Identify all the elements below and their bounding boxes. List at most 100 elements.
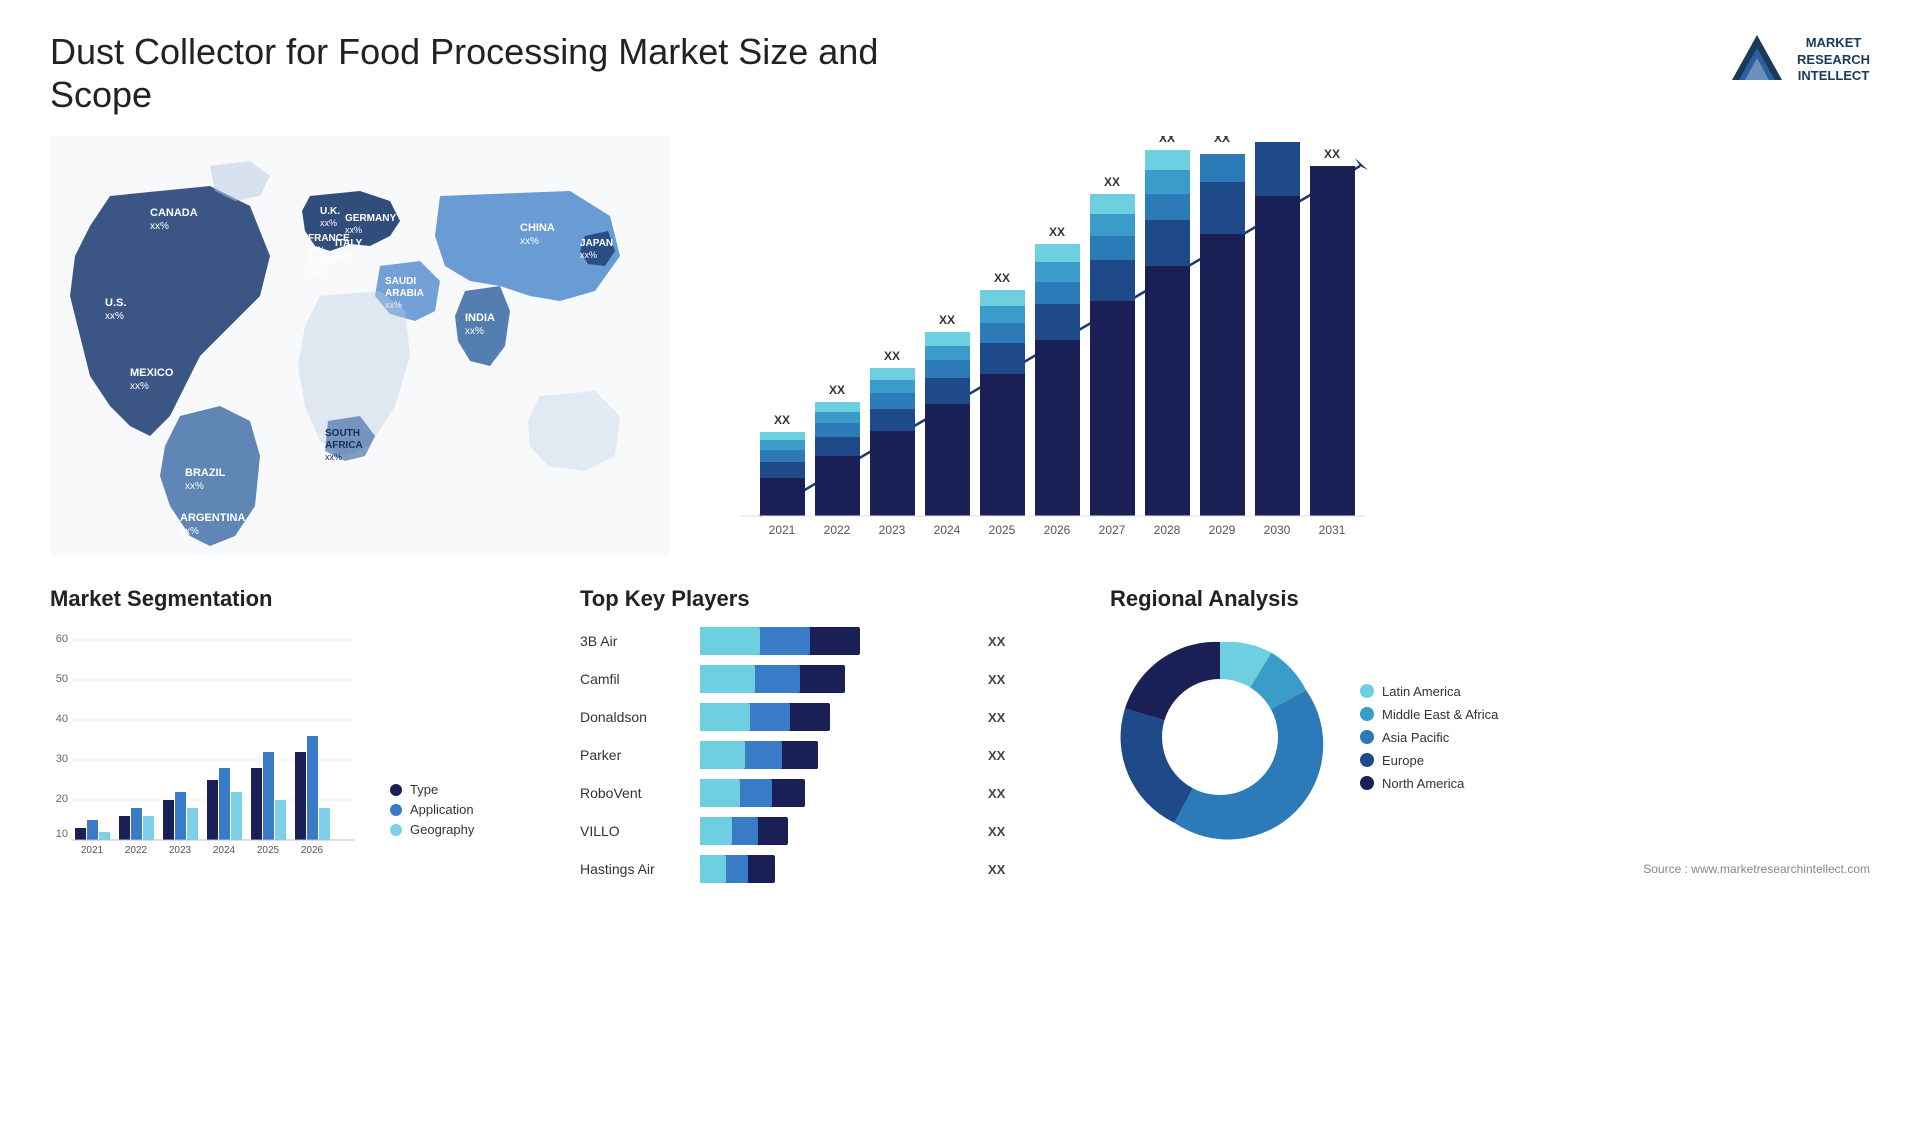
legend-geography-dot bbox=[390, 824, 402, 836]
reg-label-europe: Europe bbox=[1382, 753, 1424, 768]
player-value-parker: XX bbox=[988, 748, 1005, 763]
player-value-camfil: XX bbox=[988, 672, 1005, 687]
main-bar-chart: XX XX XX XX bbox=[710, 136, 1390, 556]
svg-text:U.K.: U.K. bbox=[320, 206, 340, 217]
segmentation-section: Market Segmentation 60 50 40 30 20 10 bbox=[50, 576, 550, 893]
player-name-3bair: 3B Air bbox=[580, 633, 690, 649]
player-name-hastingsair: Hastings Air bbox=[580, 861, 690, 877]
svg-text:SPAIN: SPAIN bbox=[306, 256, 336, 267]
regional-legend: Latin America Middle East & Africa Asia … bbox=[1360, 684, 1498, 791]
player-bar-camfil: XX bbox=[700, 665, 1080, 693]
source-text: Source : www.marketresearchintellect.com bbox=[1110, 862, 1870, 876]
svg-text:2026: 2026 bbox=[301, 845, 324, 856]
logo-text: MARKET RESEARCH INTELLECT bbox=[1797, 35, 1870, 86]
svg-text:2021: 2021 bbox=[769, 523, 796, 537]
page-title: Dust Collector for Food Processing Marke… bbox=[50, 30, 950, 116]
svg-text:XX: XX bbox=[829, 383, 845, 397]
svg-text:ARGENTINA: ARGENTINA bbox=[180, 512, 245, 524]
player-bar-donaldson: XX bbox=[700, 703, 1080, 731]
bottom-section: Market Segmentation 60 50 40 30 20 10 bbox=[50, 576, 1870, 893]
reg-legend-europe: Europe bbox=[1360, 753, 1498, 768]
player-row-robovent: RoboVent XX bbox=[580, 779, 1080, 807]
svg-text:2028: 2028 bbox=[1154, 523, 1181, 537]
player-value-3bair: XX bbox=[988, 634, 1005, 649]
reg-legend-latin: Latin America bbox=[1360, 684, 1498, 699]
reg-dot-mea bbox=[1360, 707, 1374, 721]
svg-text:xx%: xx% bbox=[130, 381, 149, 392]
legend-type-dot bbox=[390, 784, 402, 796]
legend-type-label: Type bbox=[410, 782, 438, 797]
svg-text:CHINA: CHINA bbox=[520, 222, 555, 234]
legend-geography-label: Geography bbox=[410, 822, 474, 837]
reg-dot-apac bbox=[1360, 730, 1374, 744]
player-bar-hastingsair: XX bbox=[700, 855, 1080, 883]
svg-text:XX: XX bbox=[1104, 175, 1120, 189]
player-value-villo: XX bbox=[988, 824, 1005, 839]
svg-text:AFRICA: AFRICA bbox=[325, 440, 363, 451]
reg-legend-northam: North America bbox=[1360, 776, 1498, 791]
legend-application-dot bbox=[390, 804, 402, 816]
svg-text:2023: 2023 bbox=[169, 845, 192, 856]
svg-text:2030: 2030 bbox=[1264, 523, 1291, 537]
svg-text:xx%: xx% bbox=[105, 311, 124, 322]
map-section: CANADA xx% U.S. xx% MEXICO xx% BRAZIL xx… bbox=[50, 136, 670, 556]
svg-text:xx%: xx% bbox=[325, 452, 342, 462]
player-row-donaldson: Donaldson XX bbox=[580, 703, 1080, 731]
legend-application: Application bbox=[390, 802, 474, 817]
svg-text:2022: 2022 bbox=[125, 845, 148, 856]
svg-text:CANADA: CANADA bbox=[150, 207, 198, 219]
player-bar-villo: XX bbox=[700, 817, 1080, 845]
player-bar-3bair: XX bbox=[700, 627, 1080, 655]
svg-text:30: 30 bbox=[56, 753, 68, 765]
svg-text:xx%: xx% bbox=[306, 268, 323, 278]
svg-text:BRAZIL: BRAZIL bbox=[185, 467, 226, 479]
player-value-robovent: XX bbox=[988, 786, 1005, 801]
reg-dot-northam bbox=[1360, 776, 1374, 790]
svg-text:xx%: xx% bbox=[320, 218, 337, 228]
svg-text:XX: XX bbox=[994, 271, 1010, 285]
svg-text:XX: XX bbox=[939, 313, 955, 327]
player-value-hastingsair: XX bbox=[988, 862, 1005, 877]
svg-text:xx%: xx% bbox=[520, 236, 539, 247]
svg-text:SOUTH: SOUTH bbox=[325, 428, 360, 439]
world-map: CANADA xx% U.S. xx% MEXICO xx% BRAZIL xx… bbox=[50, 136, 670, 556]
segmentation-title: Market Segmentation bbox=[50, 586, 550, 612]
reg-legend-apac: Asia Pacific bbox=[1360, 730, 1498, 745]
svg-text:2029: 2029 bbox=[1209, 523, 1236, 537]
player-name-camfil: Camfil bbox=[580, 671, 690, 687]
svg-text:xx%: xx% bbox=[308, 245, 325, 255]
main-content: CANADA xx% U.S. xx% MEXICO xx% BRAZIL xx… bbox=[50, 136, 1870, 893]
svg-text:xx%: xx% bbox=[150, 221, 169, 232]
players-list: 3B Air XX Camfil bbox=[580, 627, 1080, 883]
player-row-camfil: Camfil XX bbox=[580, 665, 1080, 693]
svg-text:ARABIA: ARABIA bbox=[385, 288, 424, 299]
svg-text:20: 20 bbox=[56, 793, 68, 805]
svg-text:2026: 2026 bbox=[1044, 523, 1071, 537]
svg-text:xx%: xx% bbox=[465, 326, 484, 337]
svg-text:MEXICO: MEXICO bbox=[130, 367, 174, 379]
svg-text:2024: 2024 bbox=[934, 523, 961, 537]
player-row-villo: VILLO XX bbox=[580, 817, 1080, 845]
reg-label-apac: Asia Pacific bbox=[1382, 730, 1449, 745]
svg-text:xx%: xx% bbox=[185, 481, 204, 492]
svg-text:XX: XX bbox=[1214, 136, 1230, 145]
player-name-parker: Parker bbox=[580, 747, 690, 763]
svg-text:XX: XX bbox=[1049, 225, 1065, 239]
player-name-donaldson: Donaldson bbox=[580, 709, 690, 725]
reg-dot-latin bbox=[1360, 684, 1374, 698]
player-value-donaldson: XX bbox=[988, 710, 1005, 725]
legend-type: Type bbox=[390, 782, 474, 797]
svg-text:2021: 2021 bbox=[81, 845, 104, 856]
svg-text:ITALY: ITALY bbox=[335, 238, 363, 249]
svg-text:2027: 2027 bbox=[1099, 523, 1126, 537]
svg-text:XX: XX bbox=[774, 413, 790, 427]
svg-text:2023: 2023 bbox=[879, 523, 906, 537]
donut-chart bbox=[1110, 627, 1330, 847]
svg-text:XX: XX bbox=[884, 349, 900, 363]
players-section: Top Key Players 3B Air XX bbox=[580, 576, 1080, 893]
player-bar-robovent: XX bbox=[700, 779, 1080, 807]
donut-area: Latin America Middle East & Africa Asia … bbox=[1110, 627, 1870, 847]
player-name-robovent: RoboVent bbox=[580, 785, 690, 801]
players-title: Top Key Players bbox=[580, 586, 1080, 612]
player-row-parker: Parker XX bbox=[580, 741, 1080, 769]
